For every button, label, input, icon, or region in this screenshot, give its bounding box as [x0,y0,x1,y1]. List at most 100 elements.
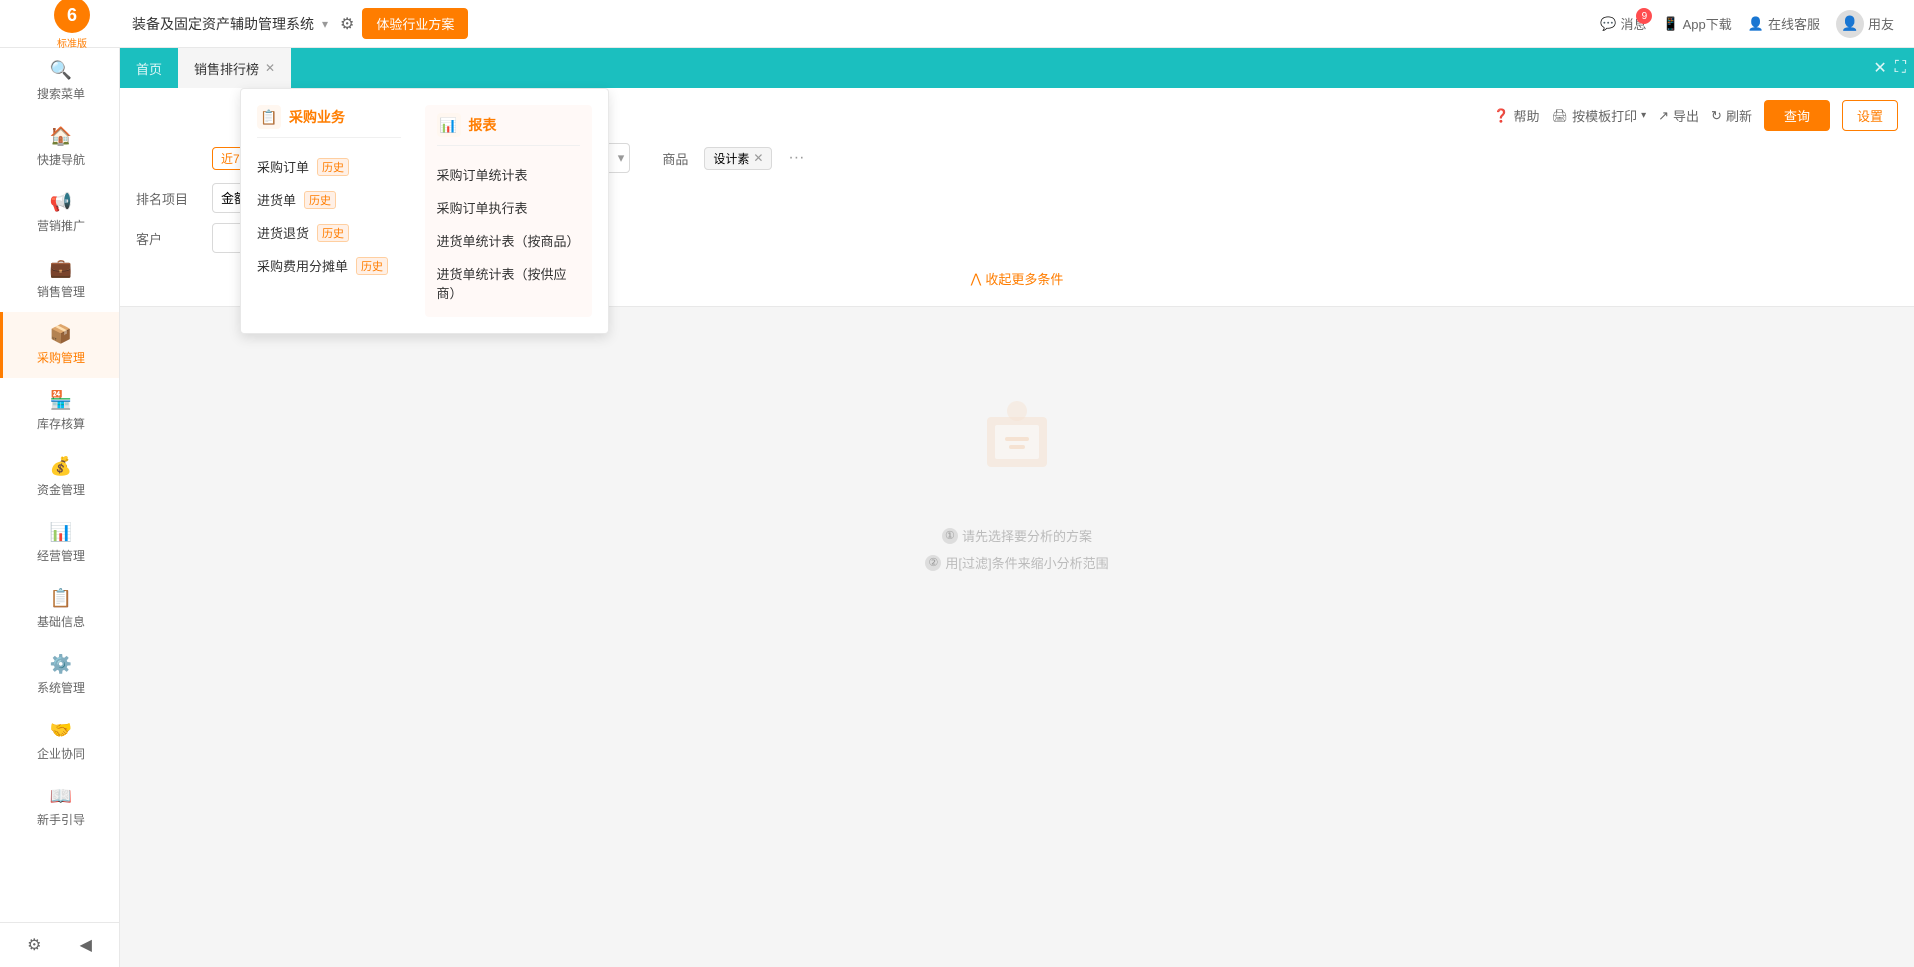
marketing-icon: 📢 [50,192,72,213]
settings-icon[interactable]: ⚙ [340,14,354,34]
menu-item-incoming[interactable]: 进货单 历史 [257,183,401,216]
sidebar: 🔍 搜索菜单 🏠 快捷导航 📢 营销推广 💼 销售管理 📦 采购管理 🏪 库存核… [0,48,120,967]
message-action[interactable]: 💬 消息 9 [1600,14,1646,33]
sidebar-item-quick-nav[interactable]: 🏠 快捷导航 [0,114,119,180]
sidebar-label-guide: 新手引导 [37,811,85,828]
guide-icon: 📖 [50,786,72,807]
logo-area: 6 标准版 [12,0,132,50]
tab-close-icon[interactable]: ✕ [265,61,275,75]
tab-bar: 首页 销售排行榜 ✕ ✕ ⛶ [120,48,1914,88]
purchase-order-stat-label: 采购订单统计表 [437,165,528,184]
expense-history: 历史 [356,257,388,275]
purchase-order-label: 采购订单 [257,157,309,176]
expense-label: 采购费用分摊单 [257,256,348,275]
sidebar-bottom: ⚙ ◀ [0,922,119,967]
header-middle: 装备及固定资产辅助管理系统 ▾ ⚙ 体验行业方案 [132,8,1600,39]
sidebar-item-guide[interactable]: 📖 新手引导 [0,774,119,840]
print-action[interactable]: 🖨 按模板打印 ▾ [1552,106,1647,125]
empty-tip-1: ① 请先选择要分析的方案 [942,526,1092,545]
sidebar-item-purchase[interactable]: 📦 采购管理 [0,312,119,378]
header-right: 💬 消息 9 📱 App下载 👤 在线客服 👤 用友 [1600,10,1894,38]
refresh-action[interactable]: ↻ 刷新 [1711,106,1752,125]
customer-label: 客户 [136,229,196,248]
menu-item-expense[interactable]: 采购费用分摊单 历史 [257,249,401,282]
sidebar-item-finance[interactable]: 💰 资金管理 [0,444,119,510]
sidebar-label-quick-nav: 快捷导航 [37,151,85,168]
sidebar-item-operations[interactable]: 📊 经营管理 [0,510,119,576]
top-header: 6 标准版 装备及固定资产辅助管理系统 ▾ ⚙ 体验行业方案 💬 消息 9 📱 … [0,0,1914,48]
export-label: 导出 [1673,106,1699,125]
purchase-order-exec-label: 采购订单执行表 [437,198,528,217]
sidebar-item-basic-info[interactable]: 📋 基础信息 [0,576,119,642]
sidebar-item-system[interactable]: ⚙️ 系统管理 [0,642,119,708]
menu-item-return[interactable]: 进货退货 历史 [257,216,401,249]
product-tag: 设计素 ✕ [704,147,772,170]
print-arrow: ▾ [1641,110,1646,121]
menu-item-purchase-order[interactable]: 采购订单 历史 [257,150,401,183]
purchase-icon: 📦 [50,324,72,345]
experience-btn[interactable]: 体验行业方案 [362,8,468,39]
export-action[interactable]: ↗ 导出 [1658,106,1699,125]
dropdown-columns: 📋 采购业务 采购订单 历史 进货单 历史 进货退货 历史 [257,105,592,317]
tab-sales-ranking-label: 销售排行榜 [194,59,259,78]
incoming-label: 进货单 [257,190,296,209]
tab-close-all-icon[interactable]: ✕ [1873,58,1886,78]
empty-icon [967,387,1067,506]
menu-item-incoming-stat-product[interactable]: 进货单统计表（按商品） [437,224,581,257]
menu-item-purchase-order-stat[interactable]: 采购订单统计表 [437,158,581,191]
sidebar-label-sales: 销售管理 [37,283,85,300]
return-label: 进货退货 [257,223,309,242]
tab-home-label: 首页 [136,59,162,78]
phone-icon: 📱 [1662,16,1678,32]
user-label: 用友 [1868,14,1894,33]
tab-home[interactable]: 首页 [120,48,178,88]
search-icon: 🔍 [50,60,72,81]
query-button[interactable]: 查询 [1764,100,1830,131]
sidebar-item-enterprise[interactable]: 🤝 企业协同 [0,708,119,774]
app-download-label: App下载 [1683,14,1732,33]
menu-item-incoming-stat-supplier[interactable]: 进货单统计表（按供应商） [437,257,581,309]
help-icon: ❓ [1493,108,1509,124]
online-service-action[interactable]: 👤 在线客服 [1748,14,1820,33]
help-action[interactable]: ❓ 帮助 [1493,106,1539,125]
empty-tip-2-text: 用[过滤]条件来缩小分析范围 [945,553,1108,572]
user-action[interactable]: 👤 用友 [1836,10,1894,38]
empty-tip-1-text: 请先选择要分析的方案 [962,526,1092,545]
empty-tip-2: ② 用[过滤]条件来缩小分析范围 [925,553,1108,572]
sales-icon: 💼 [50,258,72,279]
sidebar-item-marketing[interactable]: 📢 营销推广 [0,180,119,246]
purchase-col-icon: 📋 [257,105,281,129]
incoming-history: 历史 [304,191,336,209]
setting-button[interactable]: 设置 [1842,100,1898,131]
message-badge: 9 [1636,8,1652,24]
empty-state: ① 请先选择要分析的方案 ② 用[过滤]条件来缩小分析范围 [120,307,1914,656]
return-history: 历史 [317,224,349,242]
menu-item-purchase-order-exec[interactable]: 采购订单执行表 [437,191,581,224]
sidebar-item-search[interactable]: 🔍 搜索菜单 [0,48,119,114]
logo-subtext: 标准版 [57,35,87,50]
sidebar-item-sales[interactable]: 💼 销售管理 [0,246,119,312]
purchase-dropdown: 📋 采购业务 采购订单 历史 进货单 历史 进货退货 历史 [240,88,609,334]
app-download-action[interactable]: 📱 App下载 [1662,14,1731,33]
content-area: 首页 销售排行榜 ✕ ✕ ⛶ ❓ 帮助 [120,48,1914,967]
product-more[interactable]: ··· [788,149,804,167]
incoming-stat-supplier-label: 进货单统计表（按供应商） [437,264,581,302]
sidebar-collapse-icon[interactable]: ◀ [80,935,92,955]
sidebar-label-purchase: 采购管理 [37,349,85,366]
enterprise-icon: 🤝 [50,720,72,741]
system-dropdown-arrow[interactable]: ▾ [322,17,328,31]
tab-bar-right: ✕ ⛶ [1873,58,1914,78]
sidebar-label-marketing: 营销推广 [37,217,85,234]
tab-expand-icon[interactable]: ⛶ [1895,59,1906,77]
sidebar-item-inventory[interactable]: 🏪 库存核算 [0,378,119,444]
sidebar-label-system: 系统管理 [37,679,85,696]
product-tag-close[interactable]: ✕ [753,151,763,165]
sidebar-label-search: 搜索菜单 [37,85,85,102]
rank-item-label: 排名项目 [136,189,196,208]
tab-sales-ranking[interactable]: 销售排行榜 ✕ [178,48,291,88]
collapse-up-icon: ⋀ [971,271,982,287]
basic-info-icon: 📋 [50,588,72,609]
sidebar-settings-icon[interactable]: ⚙ [27,935,41,955]
logo-icon: 6 [54,0,90,33]
operations-icon: 📊 [50,522,72,543]
